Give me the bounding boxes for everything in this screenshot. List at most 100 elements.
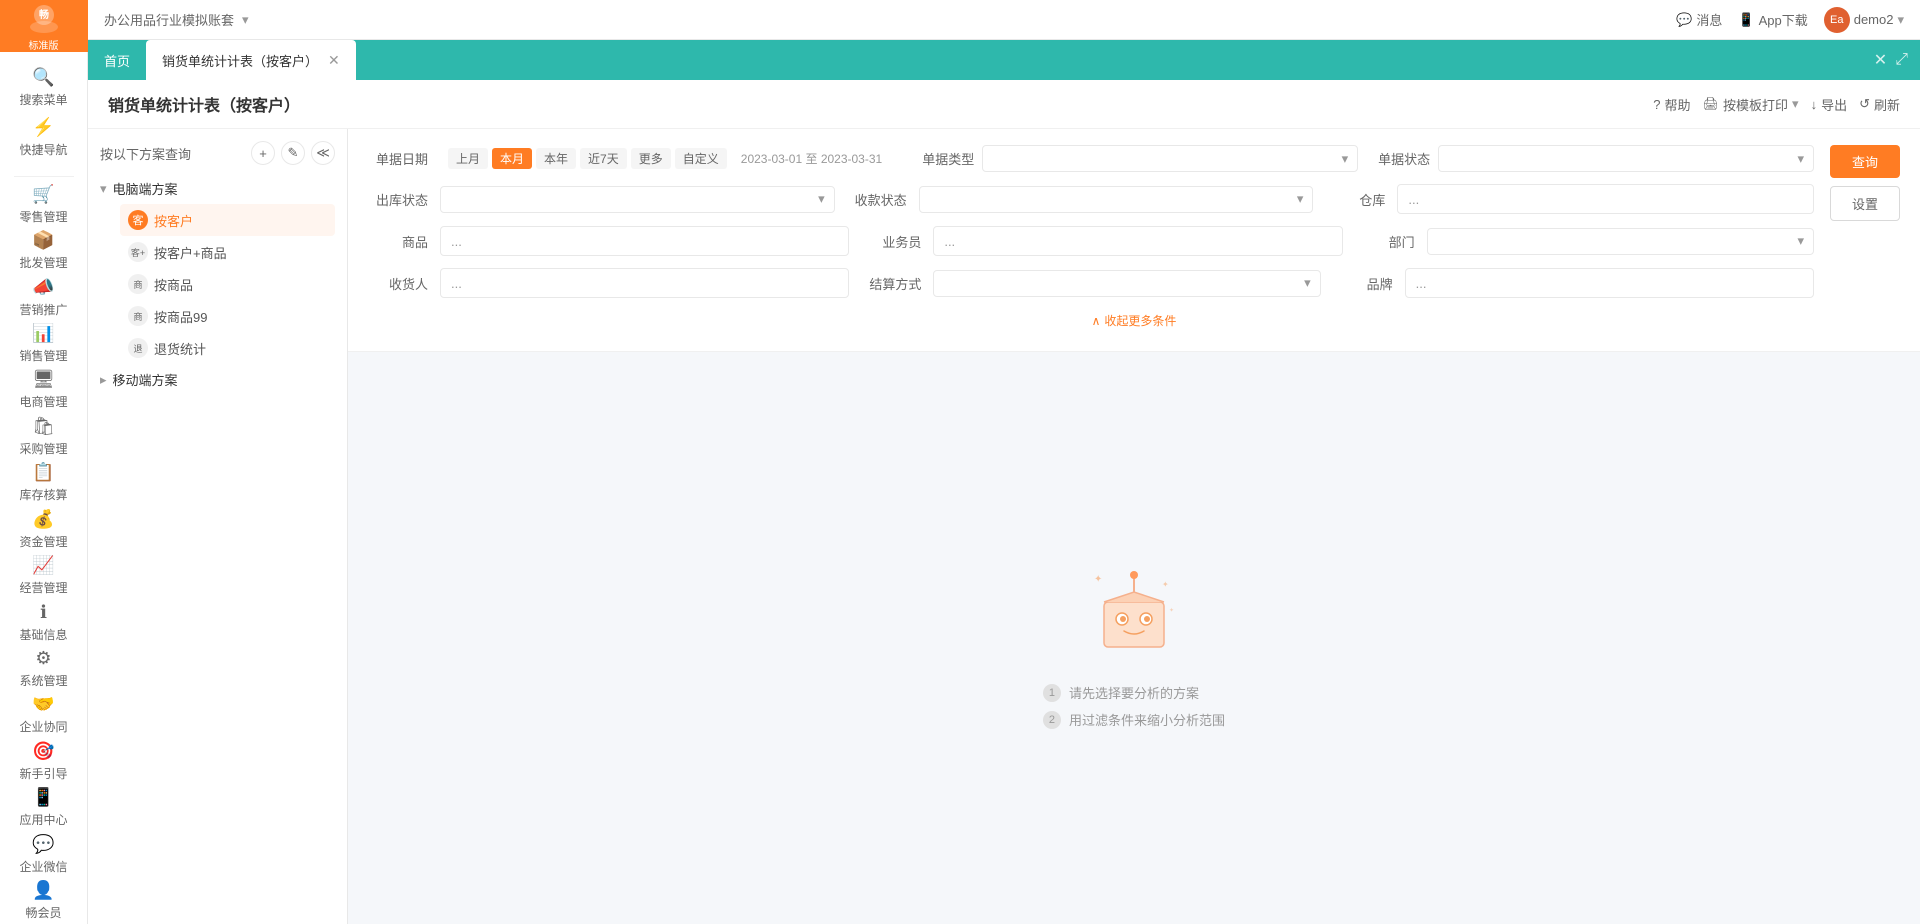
sidebar-item-label: 畅会员 bbox=[25, 904, 61, 921]
sidebar-item-system[interactable]: ⚙ 系统管理 bbox=[0, 645, 88, 691]
tab-home-label: 首页 bbox=[104, 51, 130, 70]
quick-btn-last-month[interactable]: 上月 bbox=[448, 148, 488, 169]
order-status-select[interactable] bbox=[1438, 145, 1814, 172]
sidebar-item-retail[interactable]: 🛒 零售管理 bbox=[0, 181, 88, 227]
sidebar-search-item[interactable]: 🔍 搜索菜单 ⚡ 快捷导航 bbox=[0, 52, 87, 172]
department-select-wrap bbox=[1427, 228, 1814, 255]
tab-close-icon[interactable]: ✕ bbox=[328, 52, 340, 69]
sidebar-item-marketing[interactable]: 📣 营销推广 bbox=[0, 274, 88, 320]
department-select[interactable] bbox=[1427, 228, 1814, 255]
warehouse-ellipsis: ... bbox=[1408, 192, 1419, 207]
tab-window-close-icon[interactable]: ✕ bbox=[1874, 50, 1887, 70]
order-type-select[interactable] bbox=[982, 145, 1358, 172]
sidebar-item-ecommerce[interactable]: 🖥 电商管理 bbox=[0, 367, 88, 413]
tree-item-label: 退货统计 bbox=[154, 339, 206, 358]
tab-sales-report[interactable]: 销货单统计计表（按客户） ✕ bbox=[146, 40, 356, 80]
sidebar-item-apps[interactable]: 📱 应用中心 bbox=[0, 785, 88, 831]
sidebar-item-finance[interactable]: 💰 资金管理 bbox=[0, 506, 88, 552]
tab-home[interactable]: 首页 bbox=[88, 40, 146, 80]
sidebar-item-inventory[interactable]: 📋 库存核算 bbox=[0, 460, 88, 506]
consignee-input[interactable]: ... bbox=[440, 268, 849, 298]
settlement-select[interactable] bbox=[933, 270, 1320, 297]
tab-maximize-icon[interactable]: ⤢ bbox=[1895, 51, 1908, 69]
tree-item-by-customer[interactable]: 客 按客户 bbox=[120, 204, 335, 236]
topbar: 办公用品行业模拟账套 ▾ 💬 消息 📱 App下载 Ea demo2 ▾ bbox=[88, 0, 1920, 40]
user-dropdown-icon: ▾ bbox=[1897, 12, 1904, 28]
messages-btn[interactable]: 💬 消息 bbox=[1676, 10, 1722, 29]
empty-tip-1: 1 请先选择要分析的方案 bbox=[1043, 683, 1225, 702]
export-btn[interactable]: ↓ 导出 bbox=[1811, 95, 1848, 114]
refresh-icon: ↺ bbox=[1859, 96, 1870, 112]
wechat-icon: 💬 bbox=[32, 834, 54, 855]
quick-btn-this-month[interactable]: 本月 bbox=[492, 148, 532, 169]
sidebar-item-cooperation[interactable]: 🤝 企业协同 bbox=[0, 692, 88, 738]
tree-parent-desktop[interactable]: ▾ 电脑端方案 bbox=[100, 173, 335, 204]
consignee-ellipsis: ... bbox=[451, 276, 462, 291]
user-menu[interactable]: Ea demo2 ▾ bbox=[1824, 7, 1904, 33]
export-icon: ↓ bbox=[1811, 97, 1818, 112]
quick-btn-custom[interactable]: 自定义 bbox=[675, 148, 727, 169]
sidebar-item-search[interactable]: 🔍 搜索菜单 bbox=[0, 62, 88, 112]
sidebar-item-quick-nav[interactable]: ⚡ 快捷导航 bbox=[0, 112, 88, 162]
tree-item-by-customer-goods[interactable]: 客+ 按客户+商品 bbox=[120, 236, 335, 268]
cooperation-icon: 🤝 bbox=[32, 694, 54, 715]
tree-item-return-stats[interactable]: 退 退货统计 bbox=[120, 332, 335, 364]
sidebar-divider bbox=[14, 176, 74, 177]
query-button[interactable]: 查询 bbox=[1830, 145, 1900, 178]
brand-input[interactable]: ... bbox=[1405, 268, 1814, 298]
tree-parent-label: 移动端方案 bbox=[113, 370, 178, 389]
sidebar-item-label: 应用中心 bbox=[19, 811, 67, 828]
sidebar-item-wholesale[interactable]: 📦 批发管理 bbox=[0, 227, 88, 273]
receipt-status-select[interactable] bbox=[919, 186, 1314, 213]
sidebar-item-basic[interactable]: ℹ 基础信息 bbox=[0, 599, 88, 645]
tree-item-label: 按商品 bbox=[154, 275, 193, 294]
sidebar-item-purchase[interactable]: 🛍 采购管理 bbox=[0, 413, 88, 459]
sidebar-item-sales[interactable]: 📊 销售管理 bbox=[0, 320, 88, 366]
tree-item-by-goods99[interactable]: 商 按商品99 bbox=[120, 300, 335, 332]
sidebar-item-member[interactable]: 👤 畅会员 bbox=[0, 878, 88, 924]
tree-item-by-goods[interactable]: 商 按商品 bbox=[120, 268, 335, 300]
topbar-dropdown-icon[interactable]: ▾ bbox=[242, 12, 249, 28]
quick-btn-more[interactable]: 更多 bbox=[631, 148, 671, 169]
edit-scheme-btn[interactable]: ✎ bbox=[281, 141, 305, 165]
retail-icon: 🛒 bbox=[32, 184, 54, 205]
warehouse-input[interactable]: ... bbox=[1397, 184, 1814, 214]
sales-icon: 📊 bbox=[32, 323, 54, 344]
settings-button[interactable]: 设置 bbox=[1830, 186, 1900, 221]
add-scheme-btn[interactable]: + bbox=[251, 141, 275, 165]
goods-input[interactable]: ... bbox=[440, 226, 849, 256]
print-btn[interactable]: 🖨 按模板打印 ▾ bbox=[1703, 95, 1799, 114]
quick-btn-last7days[interactable]: 近7天 bbox=[580, 148, 627, 169]
tree-expand-icon: ▾ bbox=[100, 181, 107, 197]
tabbar: 首页 销货单统计计表（按客户） ✕ ✕ ⤢ bbox=[88, 40, 1920, 80]
order-status-label: 单据状态 bbox=[1370, 149, 1430, 168]
tree-parent-mobile[interactable]: ▸ 移动端方案 bbox=[100, 364, 335, 395]
refresh-btn[interactable]: ↺ 刷新 bbox=[1859, 95, 1900, 114]
tip-text-2: 用过滤条件来缩小分析范围 bbox=[1069, 710, 1225, 729]
settlement-label: 结算方式 bbox=[861, 274, 921, 293]
help-btn[interactable]: ? 帮助 bbox=[1653, 95, 1690, 114]
collapse-label: 收起更多条件 bbox=[1104, 312, 1176, 329]
sidebar-item-business[interactable]: 📈 经营管理 bbox=[0, 552, 88, 598]
node-icon-customer-goods: 客+ bbox=[128, 242, 148, 262]
out-status-select[interactable] bbox=[440, 186, 835, 213]
collapse-panel-btn[interactable]: ≪ bbox=[311, 141, 335, 165]
ecommerce-icon: 🖥 bbox=[32, 369, 55, 390]
sidebar-item-label: 资金管理 bbox=[19, 533, 67, 550]
tree-item-label: 按商品99 bbox=[154, 307, 207, 326]
page-header: 销货单统计计表（按客户） ? 帮助 🖨 按模板打印 ▾ ↓ 导出 ↺ 刷新 bbox=[88, 80, 1920, 129]
app-download-btn[interactable]: 📱 App下载 bbox=[1738, 10, 1807, 29]
collapse-filter-btn[interactable]: ∧ 收起更多条件 bbox=[368, 306, 1900, 335]
sidebar-item-label: 企业微信 bbox=[19, 858, 67, 875]
sidebar-item-wechat[interactable]: 💬 企业微信 bbox=[0, 831, 88, 877]
guide-icon: 🎯 bbox=[32, 741, 54, 762]
sidebar-item-label: 采购管理 bbox=[19, 440, 67, 457]
sidebar-item-label: 批发管理 bbox=[19, 254, 67, 271]
tree-children-desktop: 客 按客户 客+ 按客户+商品 商 按商品 商 bbox=[100, 204, 335, 364]
print-icon: 🖨 bbox=[1703, 96, 1720, 112]
sidebar-item-guide[interactable]: 🎯 新手引导 bbox=[0, 738, 88, 784]
salesperson-input[interactable]: ... bbox=[933, 226, 1342, 256]
quick-nav-icon: ⚡ bbox=[32, 117, 54, 138]
wholesale-icon: 📦 bbox=[32, 230, 54, 251]
quick-btn-this-year[interactable]: 本年 bbox=[536, 148, 576, 169]
